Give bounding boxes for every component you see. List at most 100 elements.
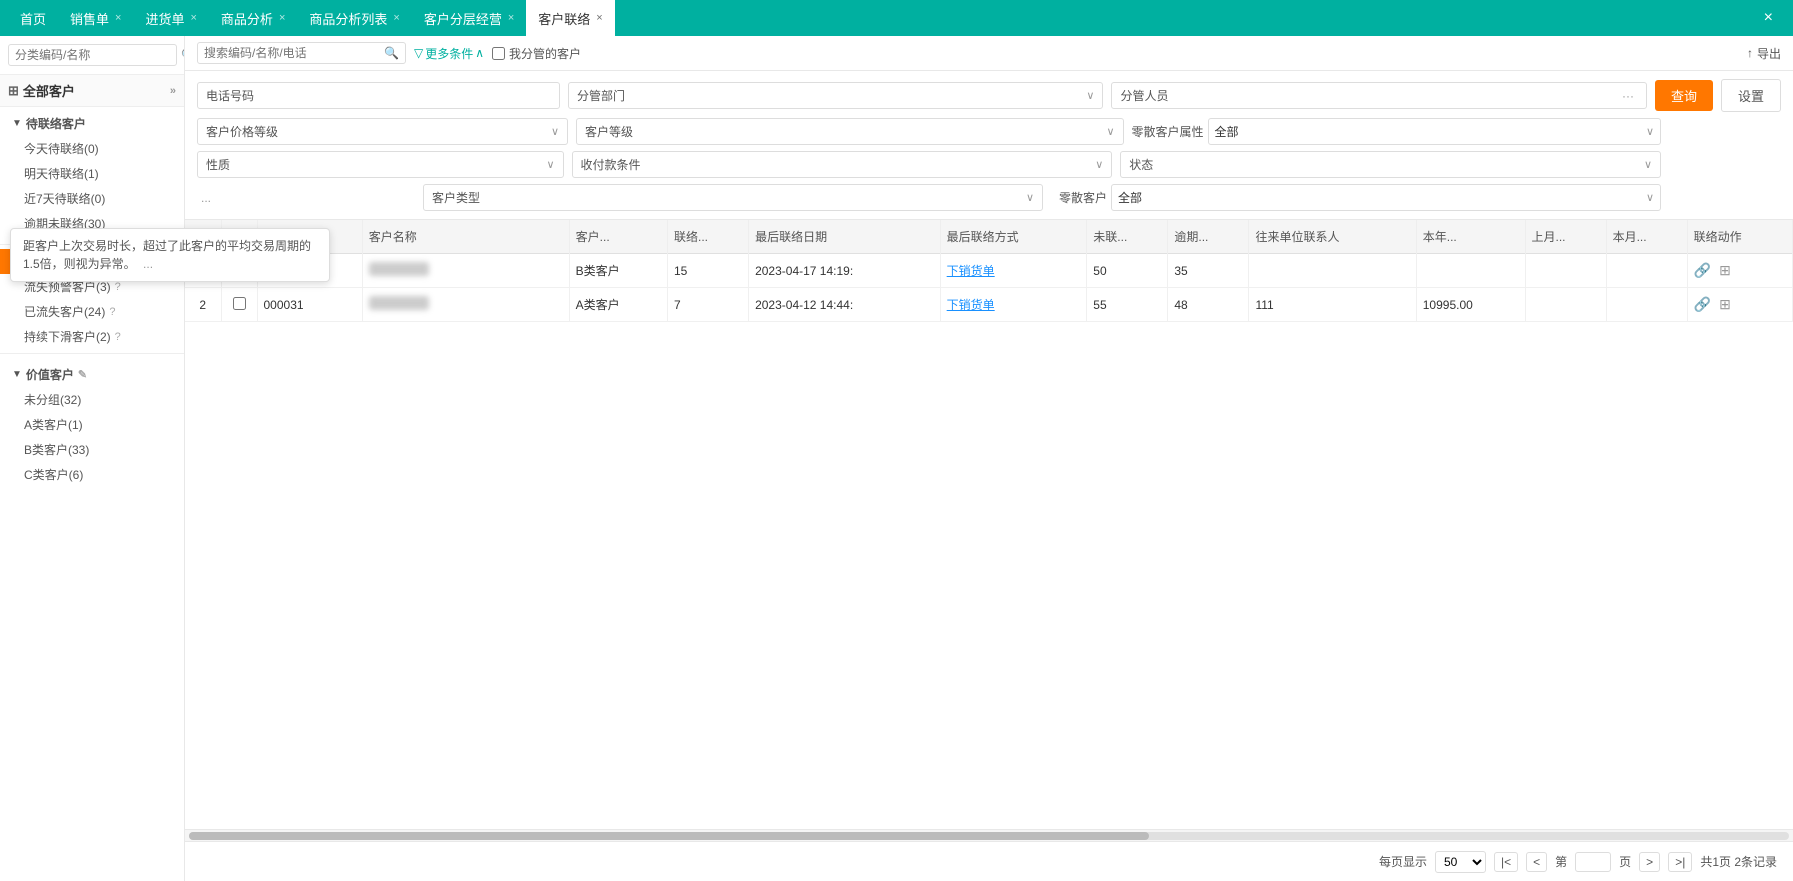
payment-input[interactable] [649, 158, 1096, 172]
sidebar-item-class-a[interactable]: A类客户(1) [0, 412, 184, 437]
export-btn[interactable]: ↑ 导出 [1747, 45, 1781, 62]
dept-field[interactable]: 分管部门 ∨ [568, 82, 1103, 109]
th-contact-person[interactable]: 往来单位联系人 [1249, 220, 1416, 254]
nav-item-product-analysis-list[interactable]: 商品分析列表 × [297, 0, 411, 36]
sidebar-collapse-btn[interactable]: » [170, 85, 176, 97]
filter-row-4: ... 客户类型 ∨ 零散客户 全部 ∨ [197, 184, 1781, 211]
gender-dropdown[interactable]: ∨ [546, 158, 554, 171]
td-contact-person-1 [1249, 254, 1416, 288]
page-input[interactable]: 1 [1575, 852, 1611, 872]
price-level-input[interactable] [286, 125, 551, 139]
th-uncontact[interactable]: 未联... [1087, 220, 1168, 254]
td-this-month-2 [1606, 288, 1687, 322]
nav-close-product-analysis[interactable]: × [279, 12, 285, 24]
sidebar-item-lost[interactable]: 已流失客户(24) ? [0, 299, 184, 324]
sidebar-search-area: 🔍 [0, 36, 184, 75]
th-overdue[interactable]: 逾期... [1168, 220, 1249, 254]
action-link-icon-1[interactable]: 🔗 [1694, 262, 1711, 279]
my-customers-checkbox[interactable] [492, 47, 505, 60]
sidebar-item-tomorrow[interactable]: 明天待联络(1) [0, 161, 184, 186]
search-input[interactable] [204, 46, 384, 60]
search-filter-icon[interactable]: 🔍 [384, 46, 399, 60]
last-page-btn[interactable]: >| [1668, 852, 1692, 872]
all-customers-header[interactable]: ⊞ 全部客户 » [0, 75, 184, 107]
sidebar-item-7days[interactable]: 近7天待联络(0) [0, 186, 184, 211]
manager-field[interactable]: 分管人员 ··· [1111, 82, 1646, 109]
status-field[interactable]: 状态 ∨ [1120, 151, 1661, 178]
th-customer-type[interactable]: 客户... [569, 220, 667, 254]
last-method-link-1[interactable]: 下销货单 [947, 264, 995, 278]
edit-icon[interactable]: ✎ [78, 368, 87, 381]
nav-close-product-analysis-list[interactable]: × [393, 12, 399, 24]
nav-item-home[interactable]: 首页 [8, 0, 58, 36]
th-contact-count[interactable]: 联络... [668, 220, 749, 254]
sidebar-item-today[interactable]: 今天待联络(0) [0, 136, 184, 161]
nav-item-customer-contact[interactable]: 客户联络 × [526, 0, 614, 36]
sidebar-search-input[interactable] [8, 44, 177, 66]
payment-field[interactable]: 收付款条件 ∨ [572, 151, 1113, 178]
sidebar-item-ungrouped[interactable]: 未分组(32) [0, 387, 184, 412]
nav-item-sales[interactable]: 销售单 × [58, 0, 133, 36]
nav-item-customer-tier[interactable]: 客户分层经营 × [412, 0, 526, 36]
more-filters-btn[interactable]: ▽ 更多条件 ∧ [414, 45, 484, 62]
customer-level-input[interactable] [641, 125, 1106, 139]
nav-close-customer-tier[interactable]: × [508, 12, 514, 24]
th-this-month[interactable]: 本月... [1606, 220, 1687, 254]
customer-type-field[interactable]: 客户类型 ∨ [423, 184, 1043, 211]
nav-close-purchase[interactable]: × [190, 12, 196, 24]
manager-ellipsis[interactable]: ··· [1618, 89, 1638, 103]
nav-close-customer-contact[interactable]: × [596, 12, 602, 24]
td-name-1 [362, 254, 569, 288]
action-grid-icon-2[interactable]: ⊞ [1719, 296, 1731, 313]
row-checkbox-2[interactable] [233, 297, 246, 310]
price-level-dropdown[interactable]: ∨ [551, 125, 559, 138]
action-link-icon-2[interactable]: 🔗 [1694, 296, 1711, 313]
th-last-contact-date[interactable]: 最后联络日期 [749, 220, 941, 254]
sidebar-item-class-b[interactable]: B类客户(33) [0, 437, 184, 462]
first-page-btn[interactable]: |< [1494, 852, 1518, 872]
customer-type-input[interactable] [488, 191, 1026, 205]
dept-dropdown-icon[interactable]: ∨ [1086, 89, 1094, 102]
prev-page-btn[interactable]: < [1526, 852, 1547, 872]
customer-level-dropdown[interactable]: ∨ [1106, 125, 1114, 138]
th-last-month[interactable]: 上月... [1525, 220, 1606, 254]
dept-input[interactable] [633, 89, 1086, 103]
export-icon: ↑ [1747, 46, 1753, 60]
scrollbar-track[interactable] [189, 832, 1789, 840]
retail-attr-select[interactable]: 全部 ∨ [1208, 118, 1661, 145]
row4-ellipsis[interactable]: ... [197, 191, 215, 205]
last-method-link-2[interactable]: 下销货单 [947, 298, 995, 312]
value-customers-header[interactable]: ▼ 价值客户 ✎ [0, 362, 184, 387]
th-this-year[interactable]: 本年... [1416, 220, 1525, 254]
phone-field[interactable]: 电话号码 [197, 82, 560, 109]
status-input[interactable] [1161, 158, 1644, 172]
payment-dropdown[interactable]: ∨ [1095, 158, 1103, 171]
customer-type-dropdown[interactable]: ∨ [1026, 191, 1034, 204]
arrow-down-icon: ▼ [12, 118, 22, 129]
page-size-select[interactable]: 50 100 [1435, 851, 1486, 873]
query-button[interactable]: 查询 [1655, 80, 1713, 111]
horizontal-scrollbar[interactable] [185, 829, 1793, 841]
customer-level-field[interactable]: 客户等级 ∨ [576, 118, 1124, 145]
th-name[interactable]: 客户名称 [362, 220, 569, 254]
sidebar-item-continuous-down[interactable]: 持续下滑客户(2) ? [0, 324, 184, 349]
status-dropdown[interactable]: ∨ [1644, 158, 1652, 171]
nav-item-purchase[interactable]: 进货单 × [133, 0, 208, 36]
retail-customer-select[interactable]: 全部 ∨ [1111, 184, 1661, 211]
gender-input[interactable] [238, 158, 546, 172]
nav-close-sales[interactable]: × [115, 12, 121, 24]
action-grid-icon-1[interactable]: ⊞ [1719, 262, 1731, 279]
nav-item-product-analysis[interactable]: 商品分析 × [209, 0, 297, 36]
action-icons-2: 🔗 ⊞ [1694, 296, 1786, 313]
manager-input[interactable] [1177, 89, 1618, 103]
phone-input[interactable] [262, 89, 551, 103]
next-page-btn[interactable]: > [1639, 852, 1660, 872]
settings-button[interactable]: 设置 [1721, 79, 1781, 112]
waiting-contact-header[interactable]: ▼ 待联络客户 [0, 111, 184, 136]
sidebar-item-class-c[interactable]: C类客户(6) [0, 462, 184, 487]
th-last-contact-method[interactable]: 最后联络方式 [940, 220, 1087, 254]
scrollbar-thumb[interactable] [189, 832, 1149, 840]
gender-field[interactable]: 性质 ∨ [197, 151, 564, 178]
price-level-field[interactable]: 客户价格等级 ∨ [197, 118, 568, 145]
window-close-button[interactable]: × [1752, 9, 1785, 27]
